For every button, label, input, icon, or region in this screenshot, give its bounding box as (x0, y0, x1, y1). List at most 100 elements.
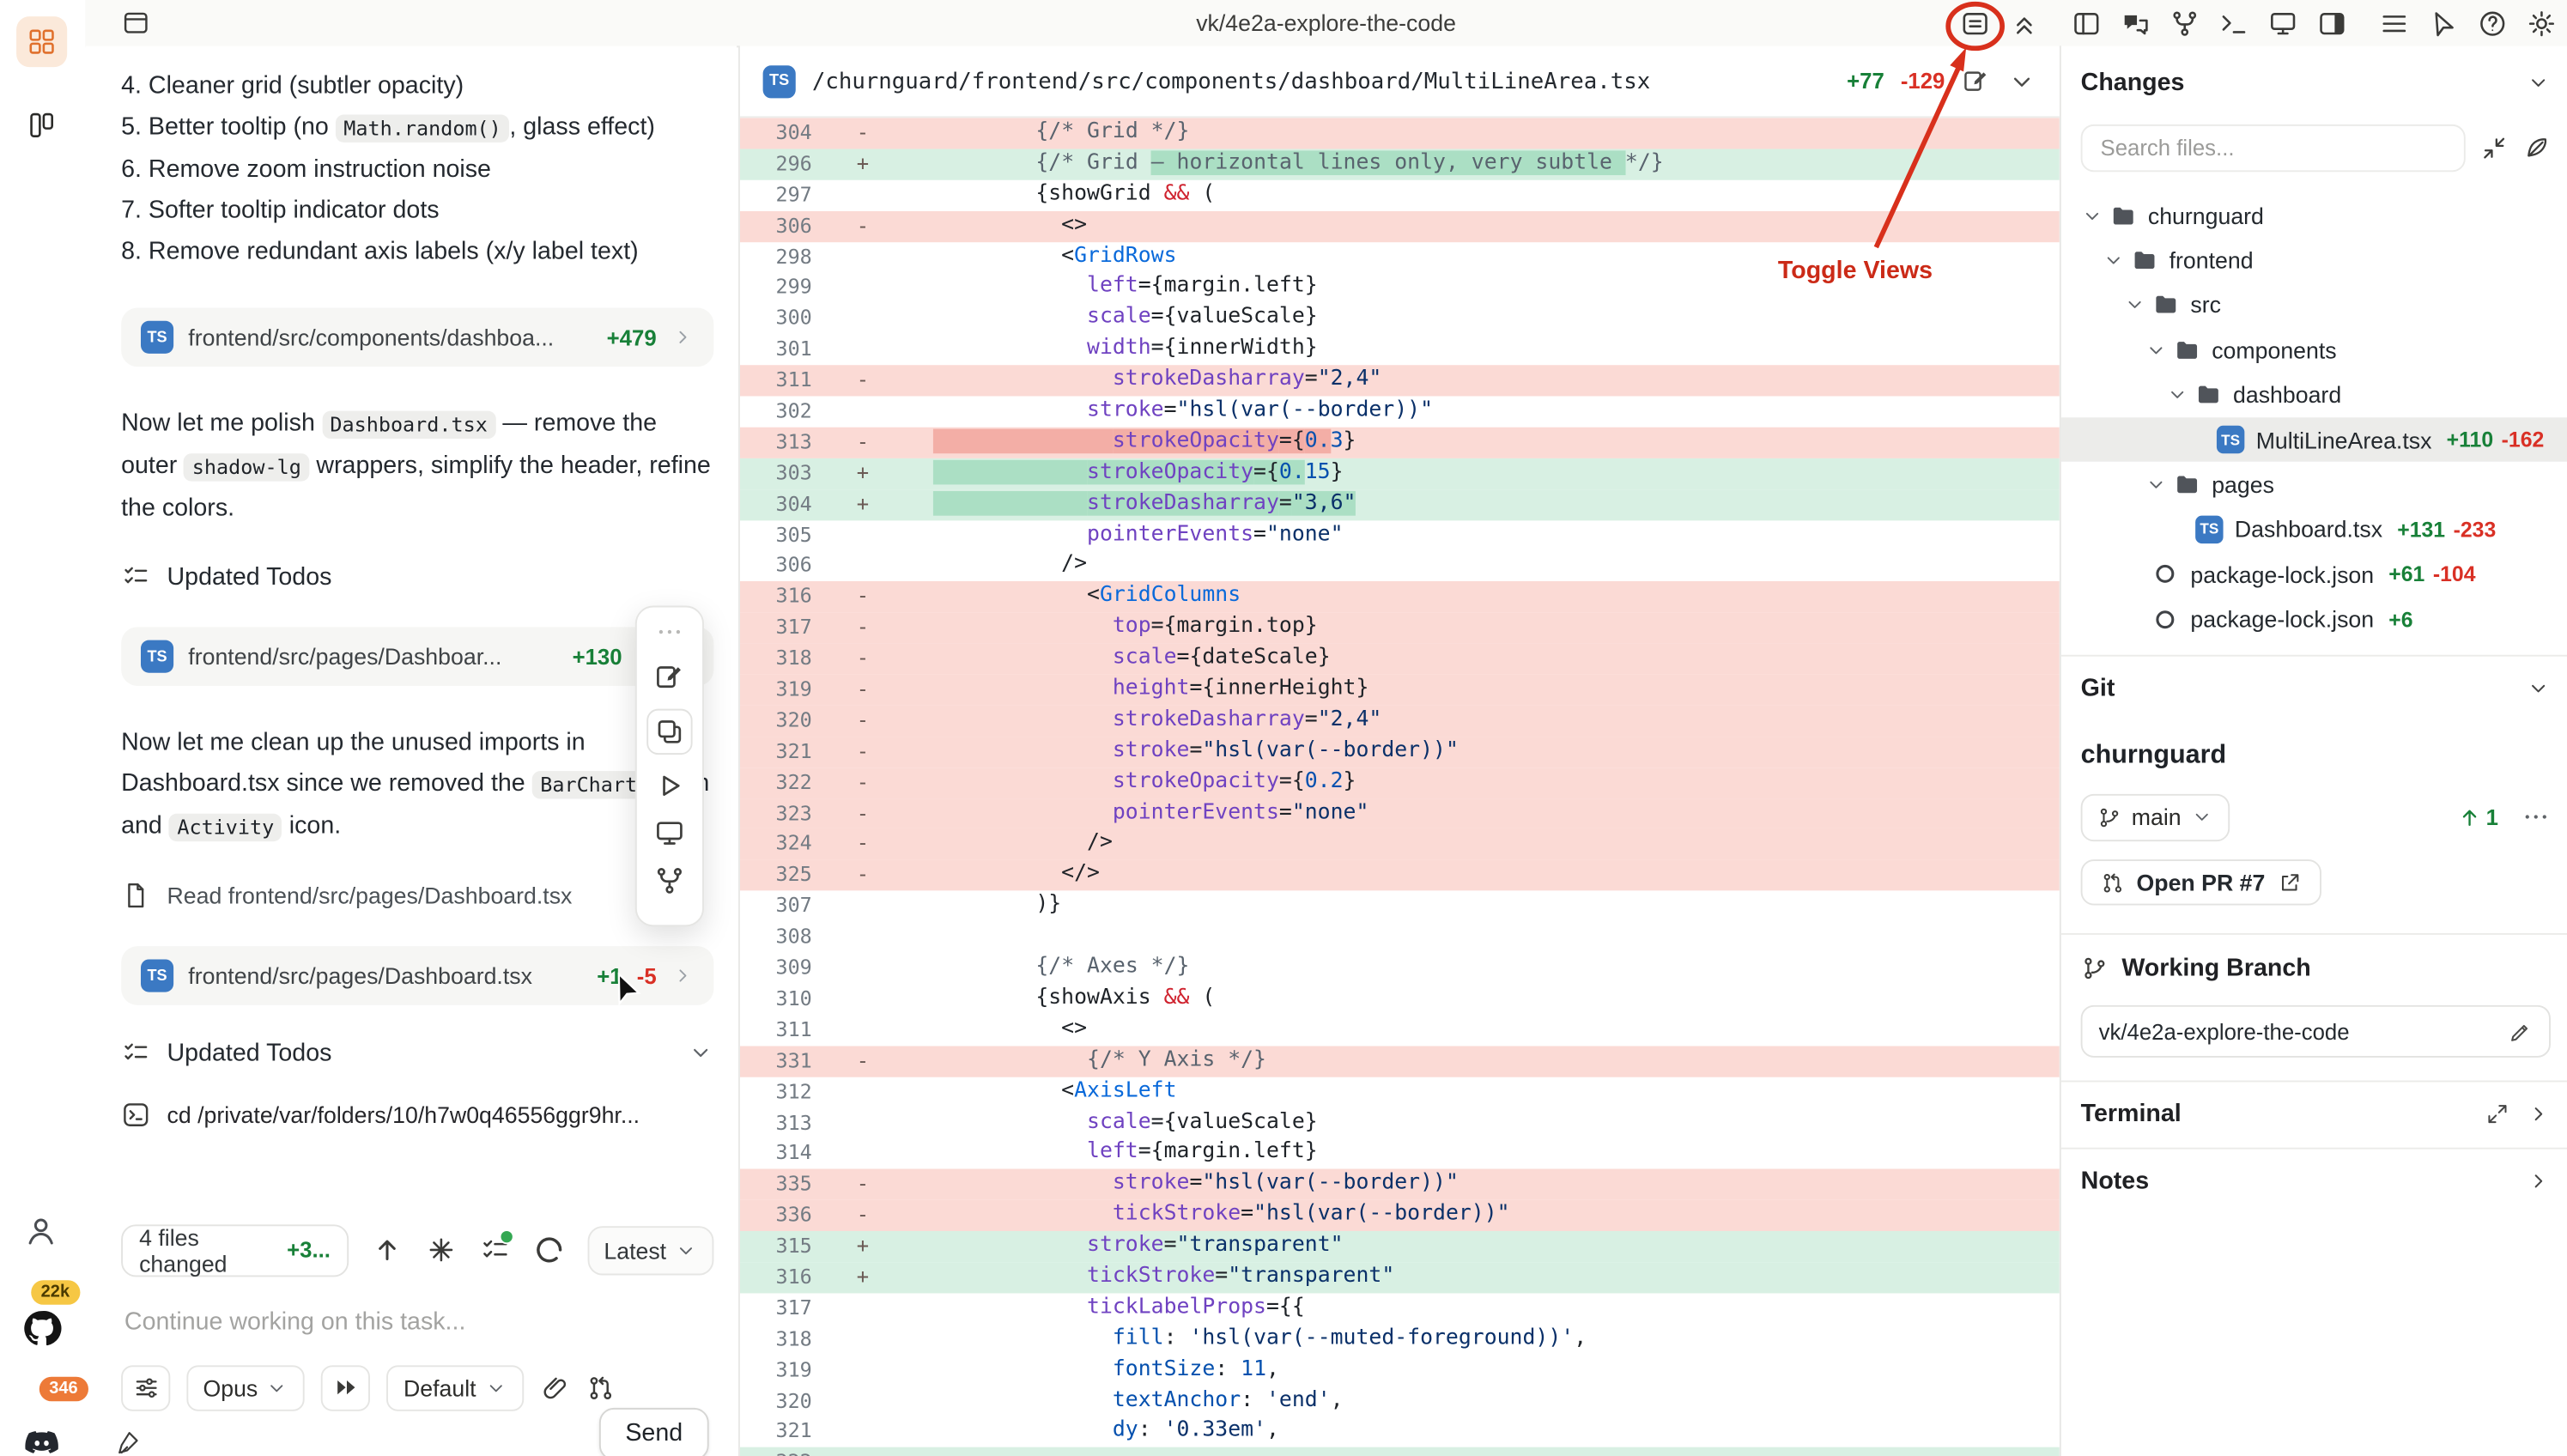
terminal-header[interactable]: Terminal (2081, 1092, 2551, 1135)
tree-folder-frontend[interactable]: frontend (2061, 238, 2567, 282)
fast-forward-button[interactable] (322, 1364, 371, 1410)
updated-todos-row[interactable]: Updated Todos (121, 561, 713, 591)
rail-item-dashboard[interactable] (16, 16, 67, 67)
chevron-right-icon[interactable] (2526, 1101, 2551, 1125)
cursor-icon[interactable] (2428, 8, 2459, 39)
tree-folder-src[interactable]: src (2061, 282, 2567, 327)
search-box[interactable] (2081, 124, 2466, 171)
file-change-card[interactable]: TSfrontend/src/pages/Dashboar...+130-2 (121, 627, 713, 686)
code-text: strokeDasharray="2,4" (904, 365, 2060, 396)
copy-icon[interactable] (646, 709, 692, 755)
todos-status-icon[interactable] (479, 1235, 510, 1265)
tree-folder-components[interactable]: components (2061, 328, 2567, 373)
rail-item-board[interactable] (16, 100, 67, 150)
diff-line: 318- scale={dateScale} (740, 644, 2060, 675)
mode-dropdown[interactable]: Default (387, 1364, 524, 1410)
pr-icon[interactable] (586, 1373, 615, 1402)
diff-sign: + (822, 489, 903, 520)
display-icon[interactable] (653, 817, 686, 850)
branch-dropdown[interactable]: main (2081, 793, 2230, 840)
tree-file-package-lock.json[interactable]: package-lock.json+61-104 (2061, 552, 2567, 597)
checklist-icon (121, 1038, 150, 1067)
files-changed-chip[interactable]: 4 files changed +3... (121, 1223, 349, 1276)
changes-header[interactable]: Changes (2081, 62, 2551, 101)
dashboard-icon (27, 27, 58, 58)
more-icon[interactable] (655, 617, 684, 646)
message-input[interactable] (121, 1306, 684, 1337)
updated-todos-row[interactable]: Updated Todos (121, 1038, 713, 1067)
discord-icon[interactable] (21, 1423, 63, 1456)
line-number: 298 (740, 241, 822, 272)
search-input[interactable] (2097, 133, 2449, 161)
menu-icon[interactable] (2379, 8, 2410, 39)
expand-icon[interactable] (2485, 1101, 2510, 1125)
chat-icon[interactable] (2120, 8, 2151, 39)
chevron-down-icon[interactable] (2007, 66, 2036, 95)
chevron-down-icon[interactable] (2166, 384, 2189, 407)
settings-sliders-button[interactable] (121, 1364, 170, 1410)
chevron-down-icon[interactable] (2081, 204, 2104, 228)
settings-gear-icon[interactable] (2526, 8, 2557, 39)
scroll-up-icon[interactable] (372, 1235, 403, 1265)
person-icon[interactable] (23, 1213, 59, 1249)
chevron-down-icon[interactable] (2145, 473, 2168, 496)
floating-toolbar[interactable] (635, 606, 704, 927)
run-icon[interactable] (653, 769, 686, 802)
chat-scroll[interactable]: 4. Cleaner grid (subtler opacity)5. Bett… (121, 62, 713, 1213)
line-number: 318 (740, 644, 822, 675)
code-text: {/* Axes */} (904, 953, 2060, 984)
chevron-down-icon[interactable] (2145, 338, 2168, 361)
feather-icon[interactable] (2523, 133, 2551, 161)
asterisk-icon[interactable] (426, 1235, 457, 1265)
tree-file-Dashboard.tsx[interactable]: TSDashboard.tsx+131-233 (2061, 507, 2567, 552)
diff-sign: - (822, 118, 903, 149)
line-number: 315 (740, 1231, 822, 1262)
chevron-down-icon[interactable] (688, 1040, 714, 1066)
display-icon[interactable] (2267, 8, 2298, 39)
collapse-up-icon[interactable] (2009, 8, 2040, 39)
code-text: stroke="hsl(var(--border))" (904, 737, 2060, 767)
working-branch-input[interactable]: vk/4e2a-explore-the-code (2081, 1005, 2551, 1058)
notes-header[interactable]: Notes (2081, 1159, 2551, 1202)
git-fork-icon[interactable] (653, 864, 686, 897)
open-editor-icon[interactable] (653, 661, 686, 694)
panel-left-icon[interactable] (2071, 8, 2102, 39)
latest-dropdown[interactable]: Latest (587, 1225, 713, 1274)
git-fork-icon[interactable] (2170, 8, 2200, 39)
open-editor-icon[interactable] (1961, 66, 1990, 95)
panel-right-icon[interactable] (2316, 8, 2347, 39)
tree-folder-pages[interactable]: pages (2061, 462, 2567, 507)
terminal-icon[interactable] (2218, 8, 2249, 39)
diff-body[interactable]: 304- {/* Grid */}296+ {/* Grid — horizon… (740, 118, 2060, 1456)
working-branch-title: Working Branch (2121, 954, 2310, 981)
tree-file-package-lock.json[interactable]: package-lock.json+6 (2061, 597, 2567, 641)
send-button[interactable]: Send (599, 1407, 709, 1456)
file-change-card[interactable]: TSfrontend/src/components/dashboa...+479 (121, 307, 713, 367)
chevron-right-icon[interactable] (2526, 1168, 2551, 1193)
tree-folder-dashboard[interactable]: dashboard (2061, 373, 2567, 417)
collapse-tree-icon[interactable] (2480, 133, 2508, 161)
line-number: 322 (740, 1447, 822, 1456)
chevron-down-icon[interactable] (2123, 294, 2146, 317)
chevron-down-icon[interactable] (2526, 70, 2551, 94)
git-header[interactable]: Git (2081, 668, 2551, 707)
code-text: <> (904, 1015, 2060, 1046)
chevron-down-icon[interactable] (2526, 676, 2551, 701)
tree-file-MultiLineArea.tsx[interactable]: TSMultiLineArea.tsx+110-162 (2061, 417, 2567, 462)
read-file-row[interactable]: Read frontend/src/pages/Dashboard.tsx (121, 881, 713, 910)
open-pr-button[interactable]: Open PR #7 (2081, 859, 2321, 905)
tree-folder-churnguard[interactable]: churnguard (2061, 193, 2567, 238)
shell-command-row[interactable]: cd /private/var/folders/10/h7w0q46556ggr… (121, 1100, 713, 1129)
code-text: stroke="transparent" (904, 1231, 2060, 1262)
more-icon[interactable] (2521, 802, 2551, 831)
working-branch-header: Working Branch (2081, 948, 2551, 987)
pen-icon[interactable] (114, 1429, 141, 1455)
github-icon[interactable] (21, 1308, 63, 1350)
edit-icon[interactable] (2508, 1019, 2533, 1044)
diff-line: 322- strokeOpacity={0.2} (740, 767, 2060, 798)
model-dropdown[interactable]: Opus (186, 1364, 305, 1410)
toggle-views-icon[interactable] (1960, 8, 1991, 39)
attach-icon[interactable] (540, 1373, 569, 1402)
help-icon[interactable] (2477, 8, 2508, 39)
chevron-down-icon[interactable] (2102, 249, 2125, 272)
